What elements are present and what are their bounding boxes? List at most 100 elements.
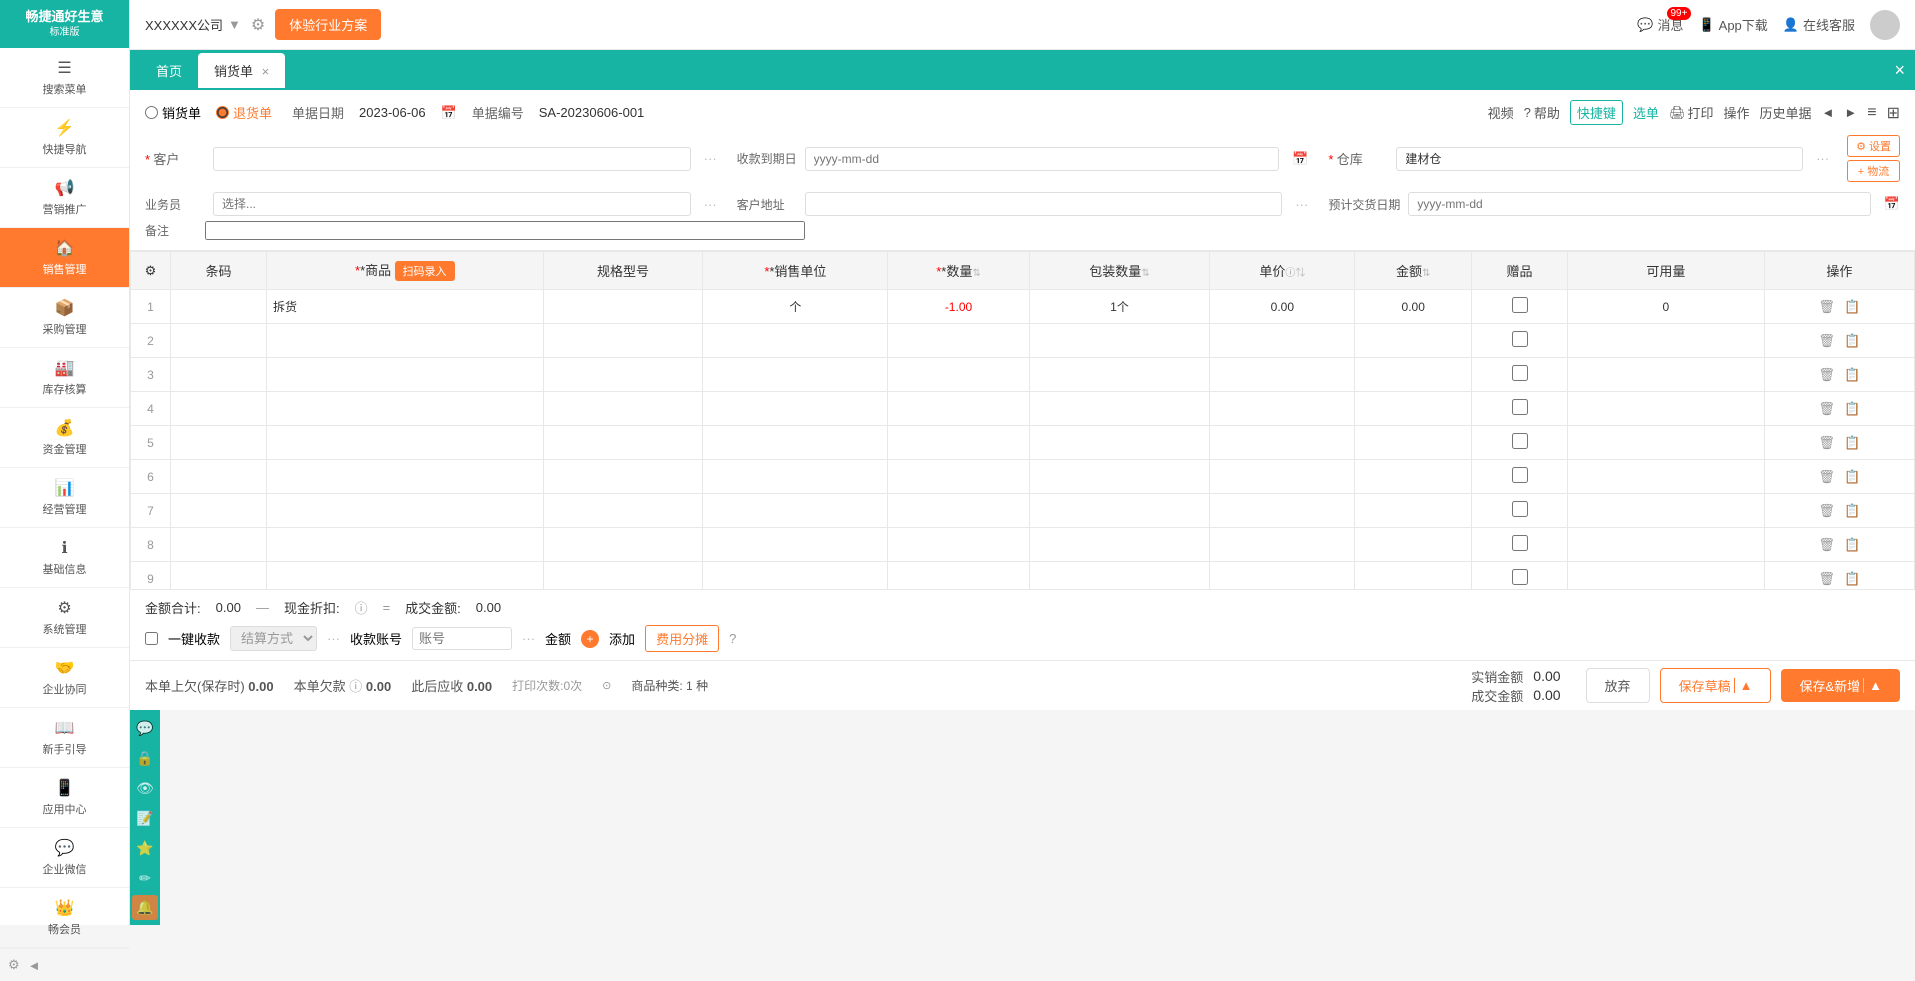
save-draft-button[interactable]: 保存草稿 ▲ bbox=[1660, 668, 1772, 703]
panel-star-icon[interactable]: ⭐ bbox=[131, 835, 158, 862]
row-product[interactable] bbox=[266, 562, 543, 590]
account-dots[interactable]: ··· bbox=[522, 631, 535, 646]
row-qty[interactable] bbox=[888, 392, 1029, 426]
panel-eye-icon[interactable]: 👁 bbox=[131, 775, 159, 802]
sidebar-item-inventory[interactable]: 🏭 库存核算 bbox=[0, 348, 129, 408]
sidebar-item-quick-nav[interactable]: ⚡ 快捷导航 bbox=[0, 108, 129, 168]
row-product[interactable] bbox=[266, 358, 543, 392]
list-view-icon[interactable]: ≡ bbox=[1867, 104, 1876, 122]
col-settings-icon[interactable]: ⚙ bbox=[145, 263, 157, 278]
abandon-button[interactable]: 放弃 bbox=[1586, 668, 1650, 703]
account-input[interactable] bbox=[412, 627, 512, 650]
one-click-payment-checkbox[interactable] bbox=[145, 632, 158, 645]
operate-action[interactable]: 操作 bbox=[1723, 103, 1749, 122]
fee-split-button[interactable]: 费用分摊 bbox=[645, 625, 719, 652]
sidebar-item-wechat[interactable]: 💬 企业微信 bbox=[0, 828, 129, 888]
logistics-btn[interactable]: + 物流 bbox=[1847, 160, 1900, 182]
row-pack-qty[interactable]: 1个 bbox=[1029, 290, 1210, 324]
settings-btn[interactable]: ⚙ 设置 bbox=[1847, 135, 1900, 157]
save-draft-arrow-icon[interactable]: ▲ bbox=[1734, 678, 1753, 693]
row-qty[interactable] bbox=[888, 494, 1029, 528]
panel-edit-icon[interactable]: ✏ bbox=[134, 865, 156, 892]
delete-row-icon[interactable]: 🗑 bbox=[1818, 503, 1835, 518]
copy-row-icon[interactable]: 📋 bbox=[1844, 469, 1860, 484]
expected-date-calendar-icon[interactable]: 📅 bbox=[1884, 196, 1900, 212]
panel-chat-icon[interactable]: 💬 bbox=[131, 715, 158, 742]
gift-checkbox[interactable] bbox=[1512, 399, 1528, 415]
panel-lock-icon[interactable]: 🔒 bbox=[131, 745, 158, 772]
row-product[interactable] bbox=[266, 460, 543, 494]
delete-row-icon[interactable]: 🗑 bbox=[1818, 469, 1835, 484]
warehouse-input[interactable] bbox=[1396, 147, 1803, 171]
copy-row-icon[interactable]: 📋 bbox=[1844, 435, 1860, 450]
panel-note-icon[interactable]: 📝 bbox=[131, 805, 158, 832]
row-price[interactable]: 0.00 bbox=[1210, 290, 1355, 324]
row-pack-qty[interactable] bbox=[1029, 562, 1210, 590]
online-support-item[interactable]: 👤 在线客服 bbox=[1783, 15, 1855, 34]
row-gift[interactable] bbox=[1472, 290, 1568, 324]
delete-row-icon[interactable]: 🗑 bbox=[1818, 367, 1835, 382]
payment-method-dots[interactable]: ··· bbox=[327, 631, 340, 646]
sidebar-item-app-center[interactable]: 📱 应用中心 bbox=[0, 768, 129, 828]
row-price[interactable] bbox=[1210, 562, 1355, 590]
video-action[interactable]: 视频 bbox=[1488, 103, 1514, 122]
discount-info-icon[interactable]: ⓘ bbox=[355, 598, 368, 617]
customer-addr-dots[interactable]: ··· bbox=[1295, 197, 1308, 212]
tab-home[interactable]: 首页 bbox=[140, 53, 198, 88]
row-unit[interactable] bbox=[703, 494, 888, 528]
row-barcode[interactable] bbox=[171, 460, 267, 494]
row-spec[interactable] bbox=[543, 494, 703, 528]
sidebar-item-guide[interactable]: 📖 新手引导 bbox=[0, 708, 129, 768]
row-qty[interactable] bbox=[888, 324, 1029, 358]
row-price[interactable] bbox=[1210, 324, 1355, 358]
row-product[interactable]: 拆货 bbox=[266, 290, 543, 324]
row-product[interactable] bbox=[266, 324, 543, 358]
grid-view-icon[interactable]: ⊞ bbox=[1887, 103, 1900, 123]
row-spec[interactable] bbox=[543, 358, 703, 392]
company-dropdown-icon[interactable]: ▼ bbox=[228, 17, 241, 32]
sidebar-collapse-icon[interactable]: ◄ bbox=[28, 958, 41, 973]
row-gift[interactable] bbox=[1472, 562, 1568, 590]
row-price[interactable] bbox=[1210, 426, 1355, 460]
row-pack-qty[interactable] bbox=[1029, 494, 1210, 528]
row-product[interactable] bbox=[266, 392, 543, 426]
window-close-icon[interactable]: × bbox=[1894, 60, 1905, 81]
row-barcode[interactable] bbox=[171, 528, 267, 562]
row-price[interactable] bbox=[1210, 358, 1355, 392]
row-pack-qty[interactable] bbox=[1029, 528, 1210, 562]
copy-row-icon[interactable]: 📋 bbox=[1844, 537, 1860, 552]
row-qty[interactable]: -1.00 bbox=[888, 290, 1029, 324]
row-spec[interactable] bbox=[543, 392, 703, 426]
customer-addr-input[interactable] bbox=[805, 192, 1283, 216]
sidebar-item-sales[interactable]: 🏠 销售管理 bbox=[0, 228, 129, 288]
save-new-button[interactable]: 保存&新增 ▲ bbox=[1781, 669, 1900, 702]
row-spec[interactable] bbox=[543, 426, 703, 460]
row-unit[interactable] bbox=[703, 528, 888, 562]
print-action[interactable]: 🖨打印 bbox=[1669, 103, 1714, 122]
trial-button[interactable]: 体验行业方案 bbox=[275, 9, 381, 40]
radio-return-input[interactable] bbox=[216, 106, 229, 119]
warehouse-dots[interactable]: ··· bbox=[1816, 151, 1829, 166]
row-gift[interactable] bbox=[1472, 426, 1568, 460]
sidebar-item-collab[interactable]: 🤝 企业协同 bbox=[0, 648, 129, 708]
row-gift[interactable] bbox=[1472, 528, 1568, 562]
select-action[interactable]: 选单 bbox=[1633, 103, 1659, 122]
row-pack-qty[interactable] bbox=[1029, 392, 1210, 426]
gift-checkbox[interactable] bbox=[1512, 331, 1528, 347]
panel-orange-icon[interactable]: 🔔 bbox=[132, 895, 157, 920]
avatar[interactable] bbox=[1870, 10, 1900, 40]
shortcut-action[interactable]: 快捷键 bbox=[1570, 100, 1623, 125]
row-pack-qty[interactable] bbox=[1029, 358, 1210, 392]
row-qty[interactable] bbox=[888, 460, 1029, 494]
row-qty[interactable] bbox=[888, 358, 1029, 392]
sidebar-item-search[interactable]: ☰ 搜索菜单 bbox=[0, 48, 129, 108]
sidebar-settings-icon[interactable]: ⚙ bbox=[8, 957, 20, 973]
row-amount[interactable] bbox=[1355, 562, 1472, 590]
delete-row-icon[interactable]: 🗑 bbox=[1818, 435, 1835, 450]
row-product[interactable] bbox=[266, 528, 543, 562]
row-barcode[interactable] bbox=[171, 562, 267, 590]
expected-date-input[interactable] bbox=[1408, 192, 1870, 216]
row-barcode[interactable] bbox=[171, 392, 267, 426]
gift-checkbox[interactable] bbox=[1512, 535, 1528, 551]
row-gift[interactable] bbox=[1472, 494, 1568, 528]
